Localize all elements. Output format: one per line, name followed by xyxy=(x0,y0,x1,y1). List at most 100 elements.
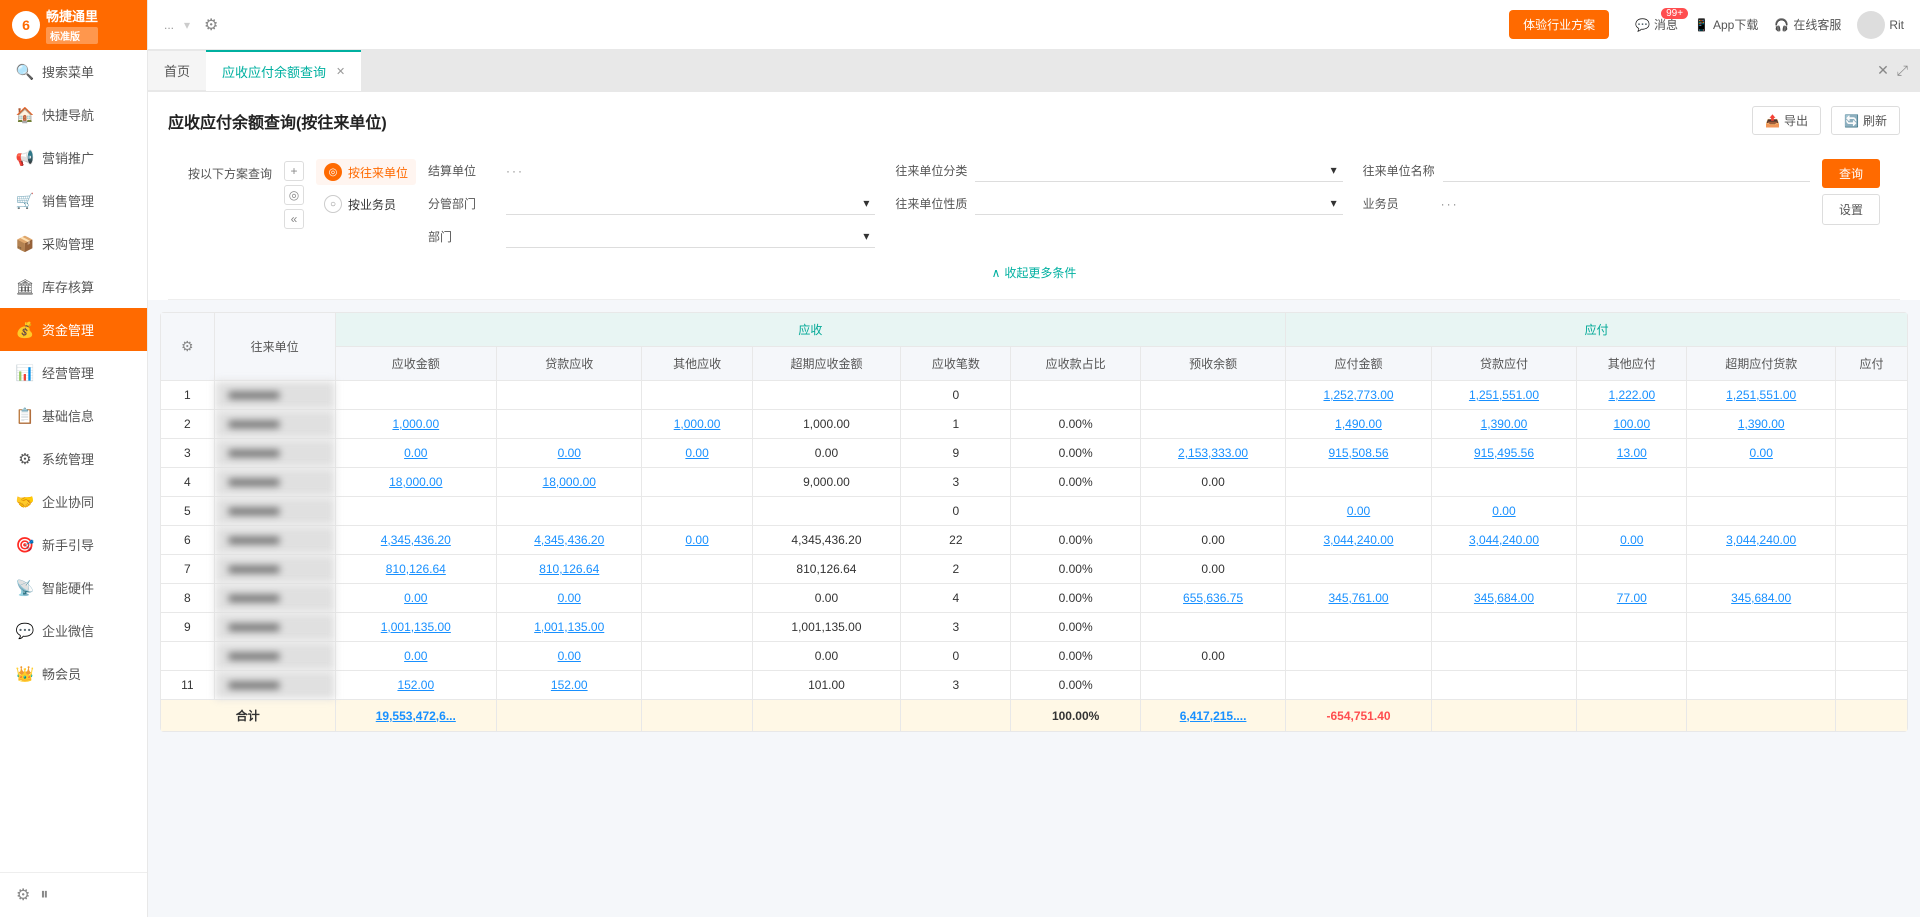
tab-close-window-icon[interactable]: ✕ xyxy=(1877,62,1889,79)
filter-partner-name-label: 往来单位名称 xyxy=(1363,162,1435,179)
page-body: 应收应付余额查询(按往来单位) 📤 导出 🔄 刷新 按以下方案查询 xyxy=(148,92,1920,917)
topbar-gear-icon[interactable]: ⚙ xyxy=(204,15,218,35)
tab-maximize-icon[interactable]: ⤢ xyxy=(1897,62,1908,79)
sidebar-item-search[interactable]: 🔍 搜索菜单 xyxy=(0,50,147,93)
app-name: 畅捷通里 xyxy=(46,6,98,25)
tab-close-icon[interactable]: ✕ xyxy=(336,65,345,78)
sidebar-item-basic-info[interactable]: 📋 基础信息 xyxy=(0,394,147,437)
sidebar-item-hardware[interactable]: 📡 智能硬件 xyxy=(0,566,147,609)
message-icon: 💬 xyxy=(1635,18,1650,32)
total-ap-amount: -654,751.40 xyxy=(1286,700,1431,732)
page-actions: 📤 导出 🔄 刷新 xyxy=(1752,106,1900,135)
marketing-icon: 📢 xyxy=(16,149,34,167)
sidebar-item-marketing[interactable]: 📢 营销推广 xyxy=(0,136,147,179)
table-row: 5■■■■■■■00.000.00 xyxy=(161,497,1908,526)
online-service-button[interactable]: 🎧 在线客服 xyxy=(1774,16,1841,33)
table-row: 1■■■■■■■01,252,773.001,251,551.001,222.0… xyxy=(161,381,1908,410)
tab-home[interactable]: 首页 xyxy=(148,51,206,90)
col-ap-overdue: 超期应付货款 xyxy=(1687,347,1836,381)
filter-partner-name-input[interactable] xyxy=(1443,159,1810,182)
total-ar-loan xyxy=(497,700,642,732)
col-group-ap: 应付 xyxy=(1286,313,1908,347)
table-row: 9■■■■■■■1,001,135.001,001,135.001,001,13… xyxy=(161,613,1908,642)
sidebar-item-nav[interactable]: 🏠 快捷导航 xyxy=(0,93,147,136)
refresh-icon: 🔄 xyxy=(1844,114,1859,128)
total-prepay[interactable]: 6,417,215.... xyxy=(1140,700,1285,732)
wechat-icon: 💬 xyxy=(16,622,34,640)
breadcrumb-arrow: ▾ xyxy=(184,18,190,32)
total-ar-overdue xyxy=(752,700,901,732)
guide-icon: 🎯 xyxy=(16,536,34,554)
sidebar-item-finance[interactable]: 💰 资金管理 xyxy=(0,308,147,351)
operations-icon: 📊 xyxy=(16,364,34,382)
col-ap-amount: 应付金额 xyxy=(1286,347,1431,381)
sidebar-item-operations[interactable]: 📊 经营管理 xyxy=(0,351,147,394)
total-ar-amount[interactable]: 19,553,472,6... xyxy=(335,700,496,732)
messages-button[interactable]: 💬 消息 99+ xyxy=(1635,16,1678,33)
select-down-icon: ▾ xyxy=(1331,163,1337,177)
export-button[interactable]: 📤 导出 xyxy=(1752,106,1821,135)
filter-settlement-dots[interactable]: ··· xyxy=(506,164,524,178)
sidebar-item-sales[interactable]: 🛒 销售管理 xyxy=(0,179,147,222)
filter-scheme-by-partner[interactable]: ◎ 按往来单位 xyxy=(316,159,416,185)
sidebar-item-guide[interactable]: 🎯 新手引导 xyxy=(0,523,147,566)
page-title-row: 应收应付余额查询(按往来单位) 📤 导出 🔄 刷新 xyxy=(168,106,1900,135)
collapse-icon: ∧ xyxy=(992,266,1001,280)
sidebar-item-member[interactable]: 👑 畅会员 xyxy=(0,652,147,695)
total-ar-count xyxy=(901,700,1011,732)
system-icon: ⚙ xyxy=(16,450,34,468)
tab-bar: 首页 应收应付余额查询 ✕ ✕ ⤢ xyxy=(148,50,1920,92)
filter-settlement-unit: 结算单位 ··· xyxy=(428,159,875,182)
filter-salesman-dots[interactable]: ··· xyxy=(1441,197,1459,211)
filter-fields: 结算单位 ··· 往来单位分类 ▾ 往来单位名称 xyxy=(428,159,1810,248)
promo-button[interactable]: 体验行业方案 xyxy=(1509,10,1609,39)
topbar-right: 💬 消息 99+ 📱 App下载 🎧 在线客服 Rit xyxy=(1635,11,1904,39)
sidebar-item-purchase[interactable]: 📦 采购管理 xyxy=(0,222,147,265)
col-ap-loan: 贷款应付 xyxy=(1431,347,1576,381)
sidebar-item-system[interactable]: ⚙ 系统管理 xyxy=(0,437,147,480)
dept2-select-icon: ▾ xyxy=(863,229,869,243)
avatar xyxy=(1857,11,1885,39)
total-ar-ratio: 100.00% xyxy=(1011,700,1140,732)
collapse-icon[interactable]: ⏸ xyxy=(40,886,48,904)
hardware-icon: 📡 xyxy=(16,579,34,597)
filter-nature-select[interactable]: ▾ xyxy=(975,192,1342,215)
add-scheme-button[interactable]: + xyxy=(284,161,304,181)
nature-select-icon: ▾ xyxy=(1331,196,1337,210)
table-row: 7■■■■■■■810,126.64810,126.64810,126.6420… xyxy=(161,555,1908,584)
table-container[interactable]: ⚙ 往来单位 应收 应付 应收金额 贷款应收 其他应收 超期应收金额 应收笔数 … xyxy=(160,312,1908,732)
filter-partner-nature: 往来单位性质 ▾ xyxy=(895,192,1342,215)
col-ap-last: 应付 xyxy=(1835,347,1907,381)
filter-buttons: + ◎ « xyxy=(284,161,304,229)
refresh-button[interactable]: 🔄 刷新 xyxy=(1831,106,1900,135)
filter-scheme-by-salesman[interactable]: ○ 按业务员 xyxy=(316,191,416,217)
collapse-bar[interactable]: ∧ 收起更多条件 xyxy=(188,258,1880,287)
scheme-collapse-button[interactable]: « xyxy=(284,209,304,229)
table-row: 6■■■■■■■4,345,436.204,345,436.200.004,34… xyxy=(161,526,1908,555)
filter-schemes: ◎ 按往来单位 ○ 按业务员 xyxy=(316,159,416,217)
col-partner: 往来单位 xyxy=(214,313,335,381)
filter-salesman: 业务员 ··· xyxy=(1363,192,1810,215)
sidebar-item-wechat[interactable]: 💬 企业微信 xyxy=(0,609,147,652)
sidebar-item-collab[interactable]: 🤝 企业协同 xyxy=(0,480,147,523)
app-download-button[interactable]: 📱 App下载 xyxy=(1694,16,1758,33)
main-content: ... ▾ ⚙ 体验行业方案 💬 消息 99+ 📱 App下载 🎧 在线客服 R… xyxy=(148,0,1920,917)
export-icon: 📤 xyxy=(1765,114,1780,128)
col-group-ar: 应收 xyxy=(335,313,1286,347)
filter-dept2-select[interactable]: ▾ xyxy=(506,225,875,248)
filter-partner-cat-select[interactable]: ▾ xyxy=(975,159,1342,182)
query-button[interactable]: 查询 xyxy=(1822,159,1880,188)
sidebar-item-inventory[interactable]: 🏛 库存核算 xyxy=(0,265,147,308)
breadcrumb: ... xyxy=(164,18,174,32)
scheme-settings-button[interactable]: ◎ xyxy=(284,185,304,205)
filter-scheme-label: 按以下方案查询 xyxy=(188,165,272,182)
inventory-icon: 🏛 xyxy=(16,278,34,296)
col-settings-icon[interactable]: ⚙ xyxy=(161,313,215,381)
settings-bottom-icon[interactable]: ⚙ xyxy=(16,885,30,905)
filter-settlement-label: 结算单位 xyxy=(428,162,498,179)
filter-dept-select[interactable]: ▾ xyxy=(506,192,875,215)
user-menu[interactable]: Rit xyxy=(1857,11,1904,39)
settings-button[interactable]: 设置 xyxy=(1822,194,1880,225)
tab-ar-balance[interactable]: 应收应付余额查询 ✕ xyxy=(206,50,361,91)
total-ar-other xyxy=(642,700,752,732)
